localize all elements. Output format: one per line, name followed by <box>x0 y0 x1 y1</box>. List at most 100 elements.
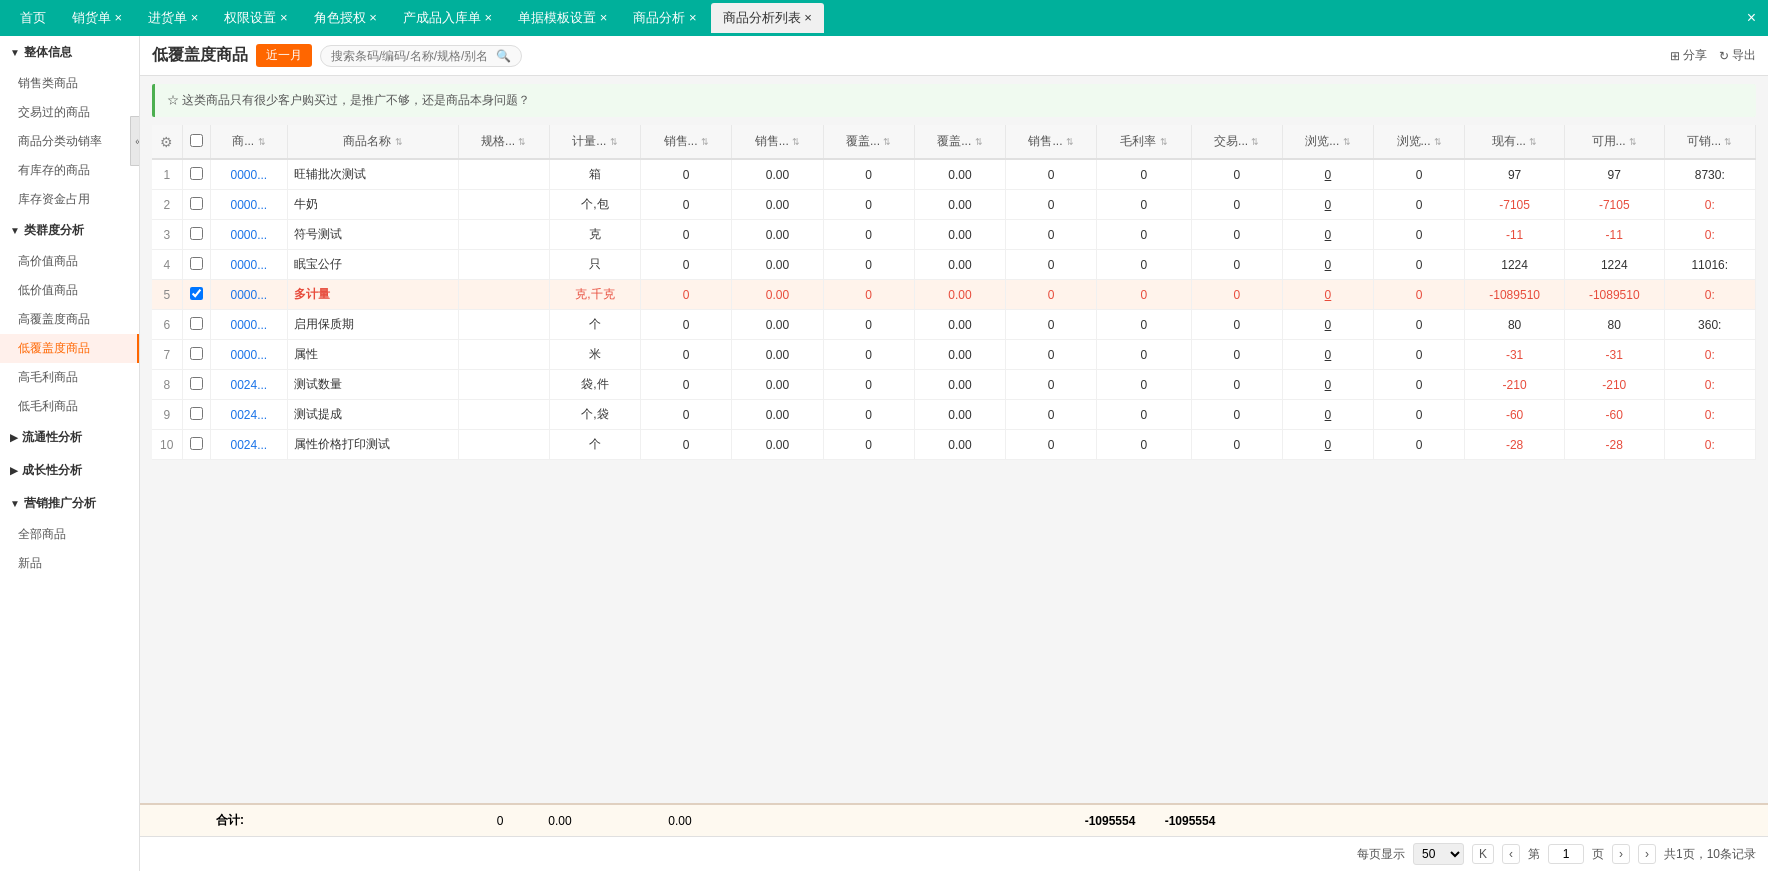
cell-no: 4 <box>152 250 182 280</box>
sidebar-item-low-coverage[interactable]: 低覆盖度商品 <box>0 334 139 363</box>
sidebar-item-inventory-capital[interactable]: 库存资金占用 <box>0 185 139 214</box>
nav-product-analysis[interactable]: 商品分析 × <box>621 3 708 33</box>
cell-checkbox[interactable] <box>182 430 210 460</box>
nav-product-analysis-list[interactable]: 商品分析列表 × <box>711 3 824 33</box>
col-coverage2-label: 覆盖... <box>937 134 971 148</box>
sidebar-section-marketing[interactable]: ▼ 营销推广分析 <box>0 487 139 520</box>
cell-browse1[interactable]: 0 <box>1282 340 1373 370</box>
cell-stock-saleable: 0: <box>1664 340 1755 370</box>
time-filter-button[interactable]: 近一月 <box>256 44 312 67</box>
sidebar-section-growth[interactable]: ▶ 成长性分析 <box>0 454 139 487</box>
cell-browse1[interactable]: 0 <box>1282 159 1373 190</box>
col-sales-qty[interactable]: 销售... ⇅ <box>641 125 732 159</box>
sidebar-item-all-products[interactable]: 全部商品 <box>0 520 139 549</box>
sidebar-item-stocked-products[interactable]: 有库存的商品 <box>0 156 139 185</box>
cell-browse1[interactable]: 0 <box>1282 370 1373 400</box>
col-settings[interactable]: ⚙ <box>152 125 182 159</box>
cell-stock-available: -11 <box>1564 220 1664 250</box>
table-container[interactable]: ⚙ 商... ⇅ 商品名称 ⇅ <box>140 125 1768 803</box>
nav-product-warehouse[interactable]: 产成品入库单 × <box>391 3 504 33</box>
cell-browse1[interactable]: 0 <box>1282 250 1373 280</box>
table-footer-total: 合计: 0 0.00 0.00 -1095554 -1095554 <box>140 803 1768 836</box>
sidebar-item-low-margin[interactable]: 低毛利商品 <box>0 392 139 421</box>
nav-purchase[interactable]: 进货单 × <box>136 3 210 33</box>
select-all-checkbox[interactable] <box>190 134 203 147</box>
cell-checkbox[interactable] <box>182 250 210 280</box>
col-code[interactable]: 商... ⇅ <box>210 125 288 159</box>
col-spec[interactable]: 规格... ⇅ <box>458 125 549 159</box>
col-sales3[interactable]: 销售... ⇅ <box>1006 125 1097 159</box>
cell-browse1[interactable]: 0 <box>1282 430 1373 460</box>
row-checkbox[interactable] <box>190 197 203 210</box>
page-size-select[interactable]: 50 100 200 <box>1413 843 1464 865</box>
row-checkbox[interactable] <box>190 317 203 330</box>
next-page-button[interactable]: › <box>1612 844 1630 864</box>
sidebar-item-high-coverage[interactable]: 高覆盖度商品 <box>0 305 139 334</box>
sidebar-item-category-rate[interactable]: 商品分类动销率 <box>0 127 139 156</box>
cell-browse1[interactable]: 0 <box>1282 220 1373 250</box>
sidebar-section-group[interactable]: ▼ 类群度分析 <box>0 214 139 247</box>
sidebar-section-liquidity[interactable]: ▶ 流通性分析 <box>0 421 139 454</box>
col-trade[interactable]: 交易... ⇅ <box>1191 125 1282 159</box>
sidebar-item-low-value[interactable]: 低价值商品 <box>0 276 139 305</box>
settings-icon[interactable]: ⚙ <box>160 134 173 150</box>
row-checkbox[interactable] <box>190 407 203 420</box>
cell-browse1[interactable]: 0 <box>1282 190 1373 220</box>
sidebar-item-new-products[interactable]: 新品 <box>0 549 139 578</box>
page-number-input[interactable] <box>1548 844 1584 864</box>
col-coverage2[interactable]: 覆盖... ⇅ <box>914 125 1005 159</box>
col-stock-saleable[interactable]: 可销... ⇅ <box>1664 125 1755 159</box>
col-stock-current[interactable]: 现有... ⇅ <box>1465 125 1565 159</box>
col-coverage1[interactable]: 覆盖... ⇅ <box>823 125 914 159</box>
sidebar-item-traded-products[interactable]: 交易过的商品 <box>0 98 139 127</box>
cell-browse2: 0 <box>1374 400 1465 430</box>
last-page-button[interactable]: › <box>1638 844 1656 864</box>
cell-cov2: 0.00 <box>914 340 1005 370</box>
col-browse2[interactable]: 浏览... ⇅ <box>1374 125 1465 159</box>
export-icon: ↻ <box>1719 49 1729 63</box>
sidebar-item-high-value[interactable]: 高价值商品 <box>0 247 139 276</box>
sidebar-item-sales-products[interactable]: 销售类商品 <box>0 69 139 98</box>
sidebar-collapse-button[interactable]: « <box>130 116 140 166</box>
col-browse1[interactable]: 浏览... ⇅ <box>1282 125 1373 159</box>
cell-browse1[interactable]: 0 <box>1282 400 1373 430</box>
cell-checkbox[interactable] <box>182 400 210 430</box>
col-unit[interactable]: 计量... ⇅ <box>549 125 640 159</box>
cell-checkbox[interactable] <box>182 159 210 190</box>
col-sales-amt[interactable]: 销售... ⇅ <box>732 125 823 159</box>
cell-checkbox[interactable] <box>182 310 210 340</box>
cell-checkbox[interactable] <box>182 340 210 370</box>
cell-margin: 0 <box>1097 250 1191 280</box>
nav-sales[interactable]: 销货单 × <box>60 3 134 33</box>
row-checkbox[interactable] <box>190 377 203 390</box>
col-name[interactable]: 商品名称 ⇅ <box>288 125 458 159</box>
sidebar-section-overall[interactable]: ▼ 整体信息 <box>0 36 139 69</box>
col-margin[interactable]: 毛利率 ⇅ <box>1097 125 1191 159</box>
cell-checkbox[interactable] <box>182 280 210 310</box>
row-checkbox[interactable] <box>190 287 203 300</box>
window-close-button[interactable]: × <box>1747 9 1756 27</box>
share-button[interactable]: ⊞ 分享 <box>1670 47 1707 64</box>
cell-checkbox[interactable] <box>182 370 210 400</box>
nav-role[interactable]: 角色授权 × <box>302 3 389 33</box>
cell-browse1[interactable]: 0 <box>1282 280 1373 310</box>
cell-checkbox[interactable] <box>182 220 210 250</box>
nav-permission[interactable]: 权限设置 × <box>212 3 299 33</box>
nav-home[interactable]: 首页 <box>8 3 58 33</box>
prev-page-button[interactable]: ‹ <box>1502 844 1520 864</box>
row-checkbox[interactable] <box>190 347 203 360</box>
row-checkbox[interactable] <box>190 167 203 180</box>
first-page-button[interactable]: K <box>1472 844 1494 864</box>
col-stock-available[interactable]: 可用... ⇅ <box>1564 125 1664 159</box>
col-checkbox[interactable] <box>182 125 210 159</box>
cell-checkbox[interactable] <box>182 190 210 220</box>
nav-template[interactable]: 单据模板设置 × <box>506 3 619 33</box>
row-checkbox[interactable] <box>190 257 203 270</box>
cell-browse2: 0 <box>1374 310 1465 340</box>
export-button[interactable]: ↻ 导出 <box>1719 47 1756 64</box>
sidebar-item-high-margin[interactable]: 高毛利商品 <box>0 363 139 392</box>
row-checkbox[interactable] <box>190 227 203 240</box>
row-checkbox[interactable] <box>190 437 203 450</box>
cell-browse1[interactable]: 0 <box>1282 310 1373 340</box>
search-input[interactable] <box>331 49 491 63</box>
